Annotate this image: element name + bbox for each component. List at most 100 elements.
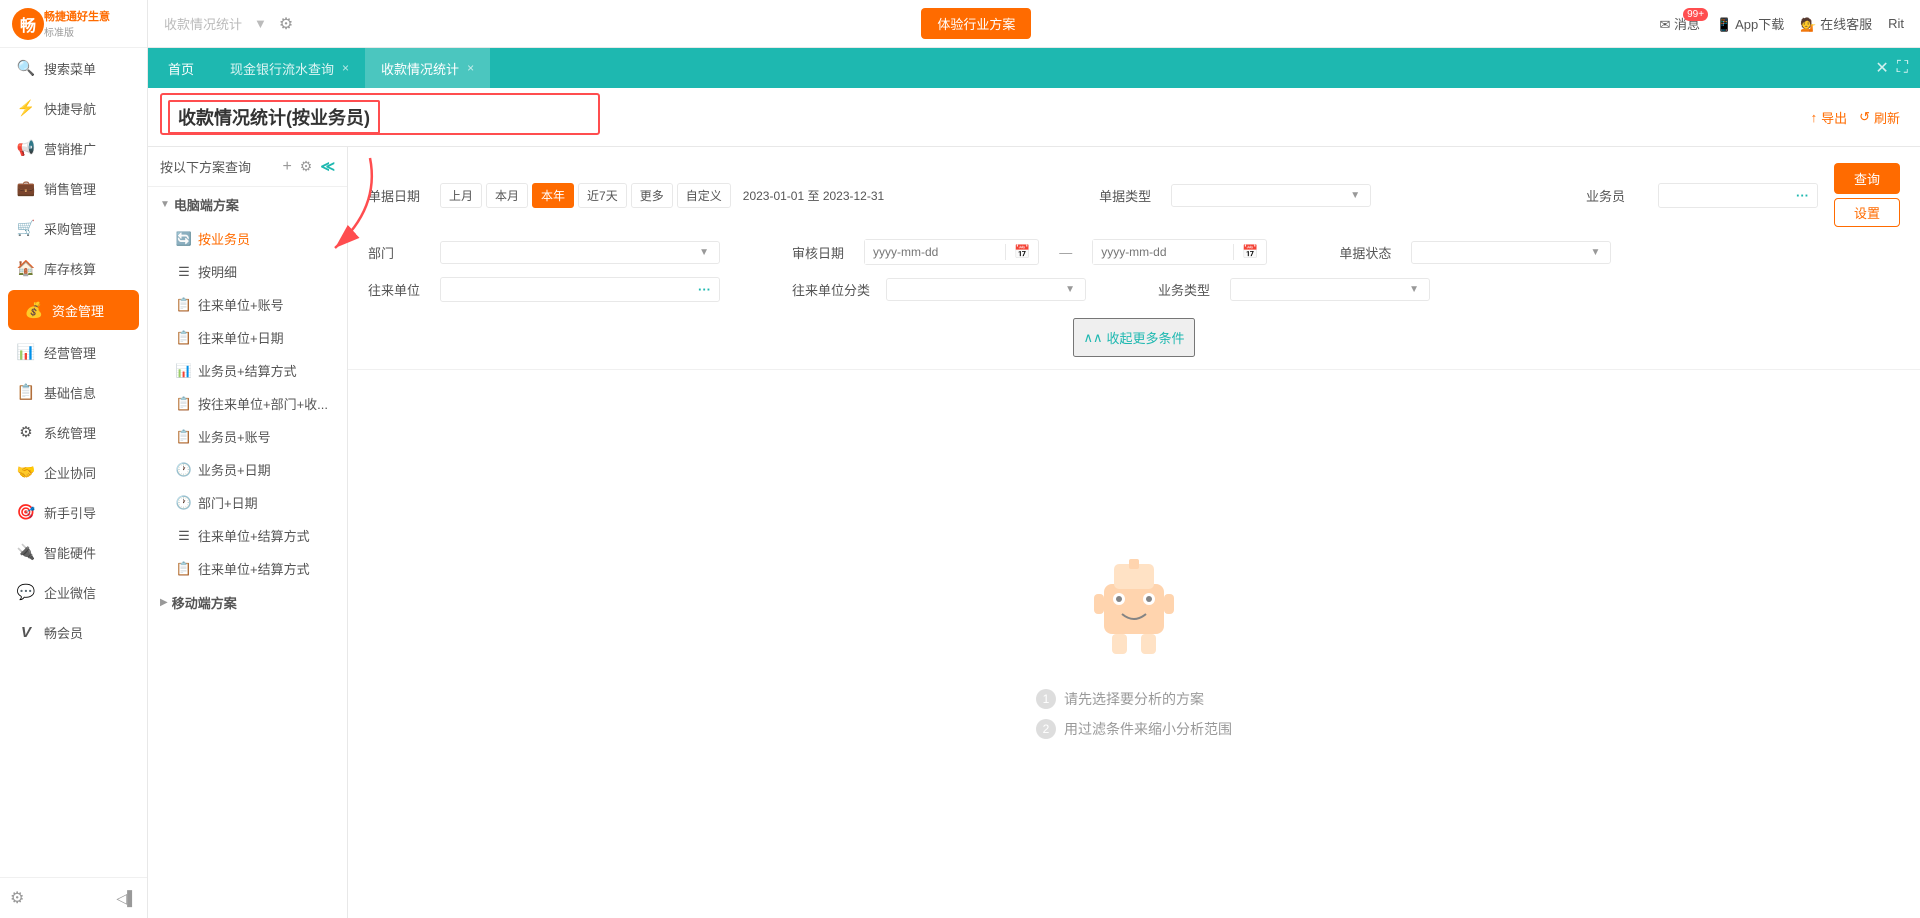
scheme-item-by-salesman-date[interactable]: 🕐 业务员+日期 (148, 453, 347, 486)
salesman-select[interactable]: ··· (1658, 183, 1818, 208)
filter-row-1: 单据日期 上月 本月 本年 近7天 更多 自定义 2023-01-01 至 20… (368, 163, 1900, 227)
audit-date-end-field[interactable] (1093, 240, 1233, 264)
sidebar-item-system[interactable]: ⚙ 系统管理 (0, 412, 147, 452)
scheme-item-by-salesman[interactable]: 🔄 按业务员 (148, 222, 347, 255)
salesman-more-icon[interactable]: ··· (1796, 188, 1809, 203)
sidebar-item-member[interactable]: V 畅会员 (0, 612, 147, 652)
date-btn-more[interactable]: 更多 (631, 183, 673, 208)
date-btn-7days[interactable]: 近7天 (578, 183, 627, 208)
date-btn-this-year[interactable]: 本年 (532, 183, 574, 208)
collapse-more-btn[interactable]: ∧∧ 收起更多条件 (1073, 318, 1194, 357)
sidebar-item-search-menu[interactable]: 🔍 搜索菜单 (0, 48, 147, 88)
refresh-btn[interactable]: ↺ 刷新 (1859, 108, 1900, 127)
export-btn[interactable]: ↑ 导出 (1811, 108, 1848, 127)
sidebar-collapse-icon[interactable]: ◁▌ (116, 890, 137, 907)
sidebar-item-guide[interactable]: 🎯 新手引导 (0, 492, 147, 532)
tab-bank-flow[interactable]: 现金银行流水查询 × (214, 48, 365, 88)
sidebar-settings-icon[interactable]: ⚙ (10, 888, 24, 908)
logo-icon: 畅 (12, 8, 44, 40)
business-type-label: 业务类型 (1158, 280, 1214, 299)
basic-icon: 📋 (16, 382, 36, 402)
topbar-gear-icon[interactable]: ⚙ (279, 14, 293, 34)
service-icon: 💁 (1800, 17, 1816, 32)
doc-status-label: 单据状态 (1339, 243, 1395, 262)
sidebar-item-quick-nav[interactable]: ⚡ 快捷导航 (0, 88, 147, 128)
empty-tips: 1 请先选择要分析的方案 2 用过滤条件来缩小分析范围 (1036, 689, 1232, 739)
finance-icon: 💰 (24, 300, 44, 320)
doc-status-select[interactable]: ▼ (1411, 241, 1611, 264)
tab-fullscreen-icon[interactable]: ⛶ (1897, 59, 1908, 77)
by-detail-icon: ☰ (176, 264, 192, 280)
tab-collection-close[interactable]: × (467, 61, 474, 75)
tab-close-all-icon[interactable]: ✕ (1875, 58, 1888, 78)
sidebar-item-basic[interactable]: 📋 基础信息 (0, 372, 147, 412)
audit-date-end-input[interactable]: 📅 (1092, 239, 1267, 265)
sidebar-item-operation[interactable]: 📊 经营管理 (0, 332, 147, 372)
audit-date-start-field[interactable] (865, 240, 1005, 264)
right-panel: 单据日期 上月 本月 本年 近7天 更多 自定义 2023-01-01 至 20… (348, 147, 1920, 918)
scheme-item-by-unit-settle1[interactable]: ☰ 往来单位+结算方式 (148, 519, 347, 552)
query-btn[interactable]: 查询 (1834, 163, 1900, 194)
scheme-item-by-salesman-settle[interactable]: 📊 业务员+结算方式 (148, 354, 347, 387)
scheme-item-by-unit-date[interactable]: 📋 往来单位+日期 (148, 321, 347, 354)
counterpart-input[interactable]: ··· (440, 277, 720, 302)
message-badge[interactable]: ✉ 消息 99+ (1660, 14, 1701, 33)
add-scheme-icon[interactable]: + (282, 158, 291, 176)
counterpart-label: 往来单位 (368, 280, 424, 299)
sidebar-item-finance[interactable]: 💰 资金管理 (8, 290, 139, 330)
desktop-section-title[interactable]: ▼ 电脑端方案 (148, 187, 347, 222)
calendar-end-icon[interactable]: 📅 (1233, 244, 1266, 260)
date-btn-custom[interactable]: 自定义 (677, 183, 731, 208)
scheme-settings-icon[interactable]: ⚙ (300, 158, 313, 176)
sidebar-item-sales[interactable]: 💼 销售管理 (0, 168, 147, 208)
page-actions: ↑ 导出 ↺ 刷新 (1811, 108, 1900, 127)
scheme-item-by-detail[interactable]: ☰ 按明细 (148, 255, 347, 288)
tab-collection[interactable]: 收款情况统计 × (365, 48, 490, 88)
mobile-section-title[interactable]: ▶ 移动端方案 (148, 585, 347, 620)
scheme-item-by-salesman-account[interactable]: 📋 业务员+账号 (148, 420, 347, 453)
topbar: 收款情况统计 ▼ ⚙ 体验行业方案 ✉ 消息 99+ 📱 App下载 💁 在线客… (148, 0, 1920, 48)
scheme-collapse-icon[interactable]: ≪ (320, 158, 335, 176)
date-btn-last-month[interactable]: 上月 (440, 183, 482, 208)
user-name[interactable]: Rit (1888, 16, 1904, 31)
filter-actions: 查询 设置 (1834, 163, 1900, 227)
settings-btn[interactable]: 设置 (1834, 198, 1900, 227)
dept-select[interactable]: ▼ (440, 241, 720, 264)
sidebar-item-wechat[interactable]: 💬 企业微信 (0, 572, 147, 612)
filter-row-2: 部门 ▼ 审核日期 📅 — (368, 239, 1900, 265)
trial-btn[interactable]: 体验行业方案 (921, 8, 1031, 39)
business-type-select[interactable]: ▼ (1230, 278, 1430, 301)
calendar-start-icon[interactable]: 📅 (1005, 244, 1038, 260)
quick-nav-icon: ⚡ (16, 98, 36, 118)
topbar-left: 收款情况统计 ▼ ⚙ (164, 14, 293, 34)
doc-type-select[interactable]: ▼ (1171, 184, 1371, 207)
scheme-item-by-unit-account[interactable]: 📋 往来单位+账号 (148, 288, 347, 321)
purchase-icon: 🛒 (16, 218, 36, 238)
sidebar-item-purchase[interactable]: 🛒 采购管理 (0, 208, 147, 248)
sidebar-item-hardware[interactable]: 🔌 智能硬件 (0, 532, 147, 572)
counterpart-category-select[interactable]: ▼ (886, 278, 1086, 301)
message-icon: ✉ (1660, 17, 1671, 32)
sidebar-item-warehouse[interactable]: 🏠 库存核算 (0, 248, 147, 288)
scheme-panel: 按以下方案查询 + ⚙ ≪ ▼ 电脑端方案 🔄 按业务员 (148, 147, 348, 918)
collapse-row: ∧∧ 收起更多条件 (368, 314, 1900, 361)
audit-date-start-input[interactable]: 📅 (864, 239, 1039, 265)
tab-bank-flow-close[interactable]: × (342, 61, 349, 75)
counterpart-more-icon[interactable]: ··· (698, 282, 711, 297)
scheme-item-by-unit-settle2[interactable]: 📋 往来单位+结算方式 (148, 552, 347, 585)
sidebar-item-marketing[interactable]: 📢 营销推广 (0, 128, 147, 168)
tip-num-2: 2 (1036, 719, 1056, 739)
app-download[interactable]: 📱 App下载 (1716, 14, 1784, 33)
empty-tip-1: 1 请先选择要分析的方案 (1036, 689, 1232, 709)
date-btn-this-month[interactable]: 本月 (486, 183, 528, 208)
refresh-icon: ↺ (1859, 109, 1870, 125)
scheme-item-by-unit-dept-collect[interactable]: 📋 按往来单位+部门+收... (148, 387, 347, 420)
tab-home[interactable]: 首页 (148, 48, 214, 88)
scheme-item-by-dept-date[interactable]: 🕐 部门+日期 (148, 486, 347, 519)
sidebar-item-enterprise[interactable]: 🤝 企业协同 (0, 452, 147, 492)
date-label: 单据日期 (368, 186, 424, 205)
export-icon: ↑ (1811, 110, 1818, 125)
dept-label: 部门 (368, 243, 424, 262)
dept-arrow-icon: ▼ (699, 247, 709, 258)
online-service[interactable]: 💁 在线客服 (1800, 14, 1872, 33)
